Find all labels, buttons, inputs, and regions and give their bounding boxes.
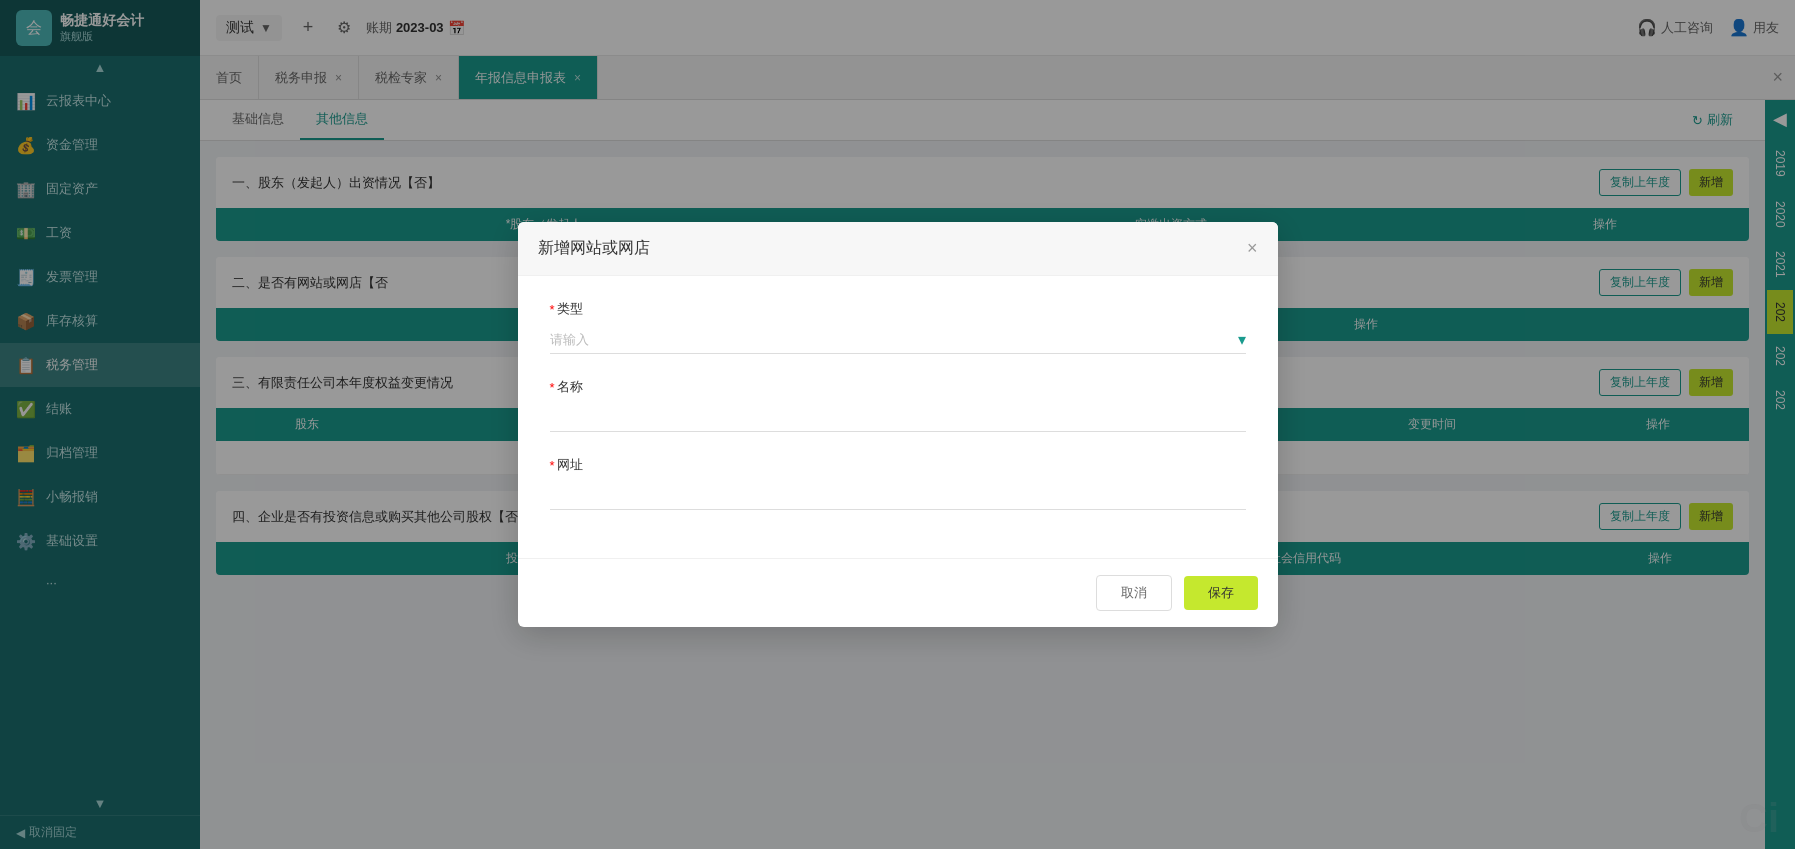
type-input[interactable] <box>550 326 1238 353</box>
url-input[interactable] <box>550 482 1246 510</box>
modal-footer: 取消 保存 <box>518 558 1278 627</box>
add-website-modal: 新增网站或网店 × * 类型 ▾ * 名称 <box>518 222 1278 627</box>
form-label-type: * 类型 <box>550 300 1246 318</box>
name-input[interactable] <box>550 404 1246 432</box>
modal-title: 新增网站或网店 <box>538 238 650 259</box>
modal-overlay[interactable]: 新增网站或网店 × * 类型 ▾ * 名称 <box>0 0 1795 849</box>
form-item-url: * 网址 <box>550 456 1246 510</box>
form-item-type: * 类型 ▾ <box>550 300 1246 354</box>
save-button[interactable]: 保存 <box>1184 576 1258 610</box>
type-select-wrapper: ▾ <box>550 326 1246 354</box>
form-label-name: * 名称 <box>550 378 1246 396</box>
cancel-button[interactable]: 取消 <box>1096 575 1172 611</box>
modal-header: 新增网站或网店 × <box>518 222 1278 276</box>
modal-body: * 类型 ▾ * 名称 * 网址 <box>518 276 1278 558</box>
form-label-url: * 网址 <box>550 456 1246 474</box>
modal-close-button[interactable]: × <box>1247 238 1258 259</box>
form-item-name: * 名称 <box>550 378 1246 432</box>
type-dropdown-icon[interactable]: ▾ <box>1238 330 1246 349</box>
